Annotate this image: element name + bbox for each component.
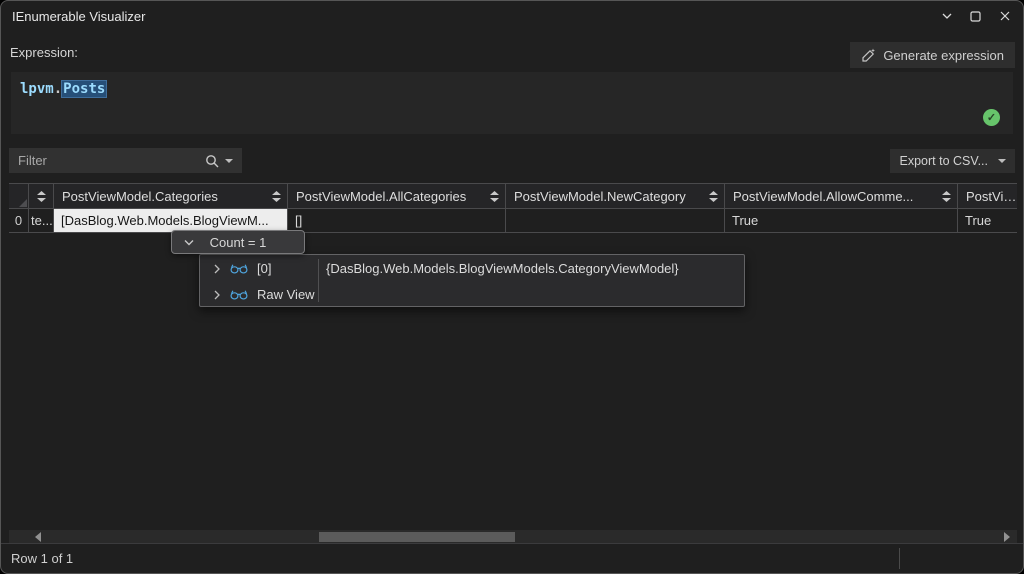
- cell-truncated[interactable]: te...: [29, 209, 54, 232]
- generate-expression-button[interactable]: Generate expression: [850, 42, 1015, 68]
- generate-expression-label: Generate expression: [883, 48, 1004, 63]
- maximize-icon: [970, 11, 981, 22]
- datatip-item-raw-view[interactable]: Raw View: [200, 281, 744, 307]
- window-controls: [932, 1, 1019, 31]
- chevron-right-icon[interactable]: [213, 290, 221, 300]
- column-header-allowcomments[interactable]: PostViewModel.AllowComme...: [725, 184, 958, 208]
- column-header-categories[interactable]: PostViewModel.Categories: [54, 184, 288, 208]
- column-header-allcategories[interactable]: PostViewModel.AllCategories: [288, 184, 506, 208]
- expression-code: lpvm.Posts: [20, 81, 106, 97]
- expression-valid-check-icon: ✓: [983, 109, 1000, 126]
- export-to-csv-button[interactable]: Export to CSV...: [890, 149, 1015, 173]
- datatip-count-pill[interactable]: Count = 1: [171, 230, 305, 254]
- table-row: 0 te... [DasBlog.Web.Models.BlogViewM...…: [9, 209, 1017, 233]
- data-grid: PostViewModel.Categories PostViewModel.A…: [9, 183, 1017, 233]
- sort-icon[interactable]: [709, 191, 718, 202]
- close-icon: [999, 10, 1011, 22]
- chevron-right-icon[interactable]: [213, 264, 221, 274]
- cell-allowcomments[interactable]: True: [725, 209, 958, 232]
- titlebar: IEnumerable Visualizer: [1, 1, 1023, 31]
- visualizer-glasses-icon[interactable]: [230, 289, 248, 300]
- export-caret-icon[interactable]: [998, 159, 1006, 163]
- horizontal-scrollbar[interactable]: [9, 530, 1017, 544]
- statusbar-divider: [899, 548, 900, 569]
- filter-input[interactable]: Filter: [9, 148, 242, 173]
- chevron-down-icon: [941, 10, 953, 22]
- datatip-panel: [0] {DasBlog.Web.Models.BlogViewModels.C…: [199, 254, 745, 307]
- filter-options-caret-icon[interactable]: [225, 159, 233, 163]
- window-title: IEnumerable Visualizer: [12, 9, 145, 24]
- sort-icon[interactable]: [272, 191, 281, 202]
- export-label: Export to CSV...: [890, 154, 996, 168]
- row-count-status: Row 1 of 1: [11, 551, 73, 566]
- code-token-member-selected: Posts: [62, 81, 106, 97]
- grid-corner-cell[interactable]: [9, 184, 29, 208]
- datatip-count-label: Count = 1: [210, 235, 267, 250]
- column-header-row-handle[interactable]: [29, 184, 54, 208]
- datatip-item-name: Raw View: [257, 287, 315, 302]
- code-token-object: lpvm: [20, 81, 54, 97]
- cell-categories-selected[interactable]: [DasBlog.Web.Models.BlogViewM...: [54, 209, 288, 232]
- datatip-item-value: {DasBlog.Web.Models.BlogViewModels.Categ…: [326, 261, 679, 276]
- datatip-item-name: [0]: [257, 261, 271, 276]
- column-header-newcategory[interactable]: PostViewModel.NewCategory: [506, 184, 725, 208]
- cell-allcategories[interactable]: []: [288, 209, 506, 232]
- row-header-cell[interactable]: 0: [9, 209, 29, 232]
- visualizer-glasses-icon[interactable]: [230, 263, 248, 274]
- chevron-down-icon: [183, 239, 195, 247]
- datatip-item-0[interactable]: [0] {DasBlog.Web.Models.BlogViewModels.C…: [200, 255, 744, 281]
- filter-placeholder: Filter: [18, 153, 205, 168]
- sort-icon[interactable]: [37, 191, 46, 202]
- grid-header-row: PostViewModel.Categories PostViewModel.A…: [9, 183, 1017, 209]
- scroll-left-icon[interactable]: [35, 532, 41, 542]
- wand-icon: [861, 48, 876, 63]
- maximize-button[interactable]: [961, 1, 990, 31]
- ienumerable-visualizer-window: IEnumerable Visualizer Expression:: [0, 0, 1024, 574]
- close-button[interactable]: [990, 1, 1019, 31]
- cell-newcategory[interactable]: [506, 209, 725, 232]
- statusbar: Row 1 of 1: [1, 543, 1023, 573]
- scroll-right-icon[interactable]: [1004, 532, 1010, 542]
- expression-label: Expression:: [10, 45, 78, 60]
- minimize-button[interactable]: [932, 1, 961, 31]
- code-token-dot: .: [54, 81, 62, 97]
- sort-icon[interactable]: [490, 191, 499, 202]
- sort-icon[interactable]: [942, 191, 951, 202]
- search-icon[interactable]: [205, 154, 219, 168]
- cell-partial[interactable]: True: [958, 209, 1017, 232]
- scrollbar-thumb[interactable]: [319, 532, 515, 542]
- column-header-partial[interactable]: PostView: [958, 184, 1017, 208]
- expression-editor[interactable]: lpvm.Posts ✓: [11, 72, 1013, 134]
- select-all-triangle-icon: [19, 199, 27, 207]
